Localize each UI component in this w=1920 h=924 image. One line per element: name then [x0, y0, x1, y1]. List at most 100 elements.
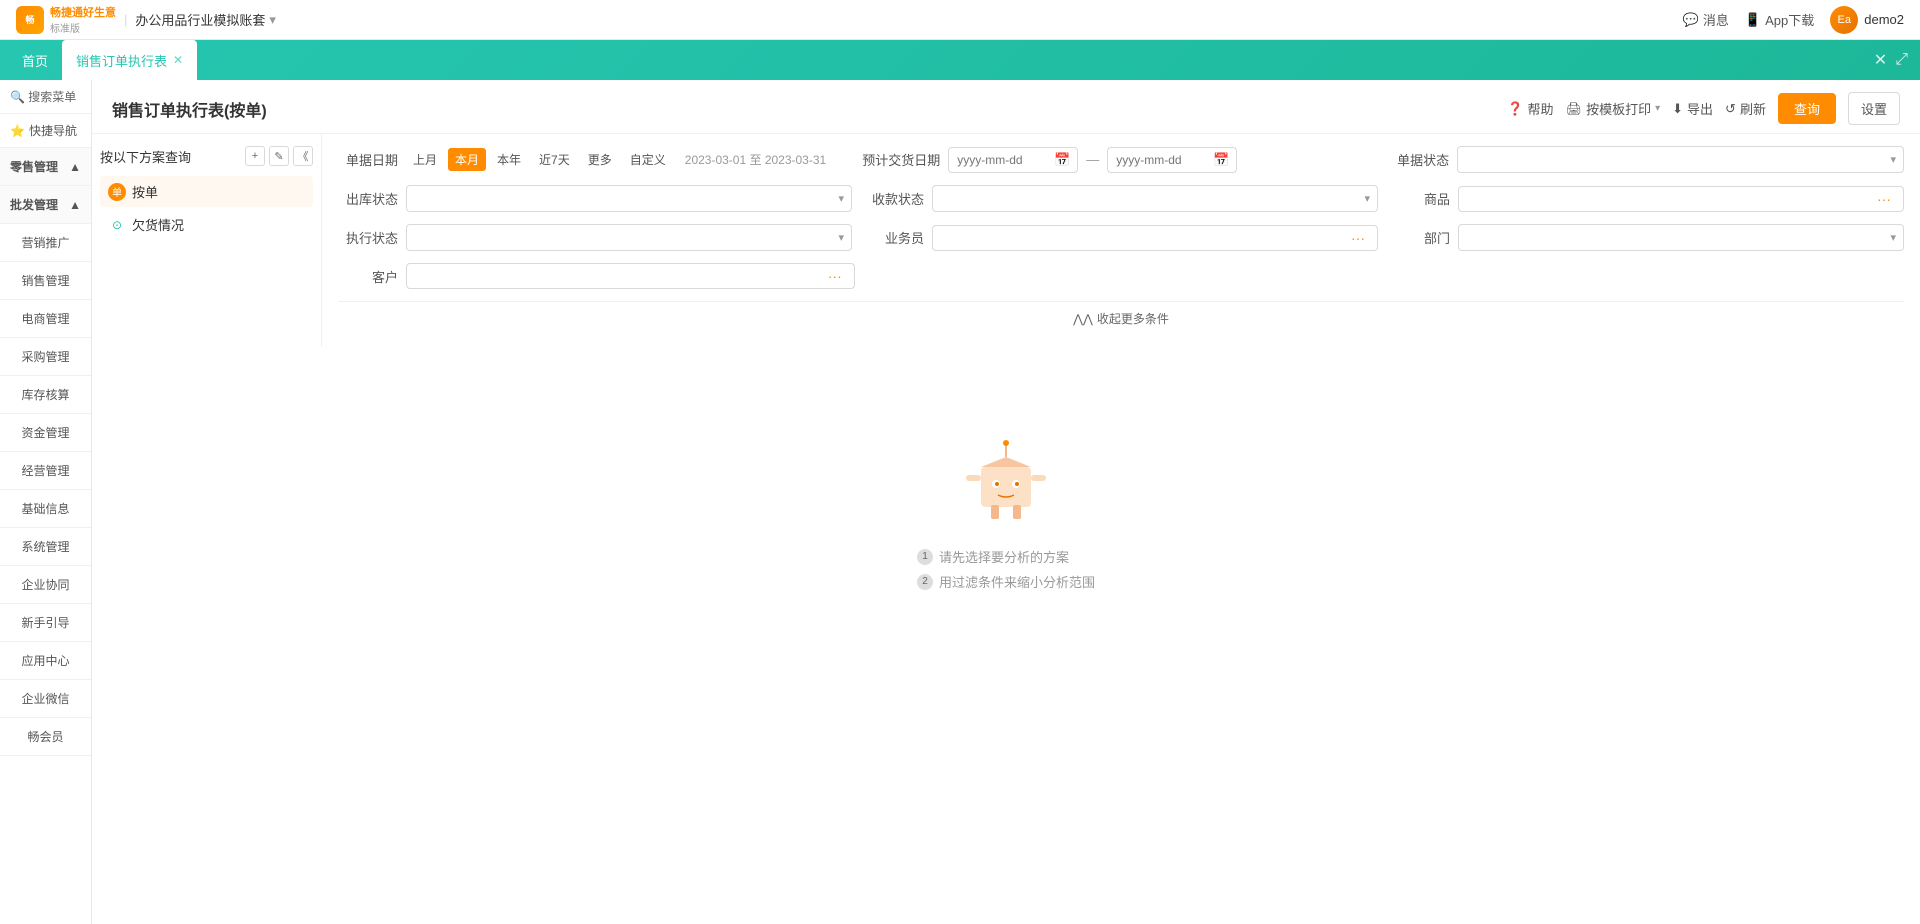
logo-icon: 畅 — [16, 6, 44, 34]
sidebar-item-newbie[interactable]: 新手引导 — [0, 604, 91, 642]
date-btn-this-month[interactable]: 本月 — [448, 148, 486, 171]
breadcrumb-area[interactable]: 办公用品行业模拟账套 ▾ — [135, 10, 276, 29]
scheme-item-arrears[interactable]: ⊙ 欠货情况 — [100, 209, 313, 240]
search-btn[interactable]: 查询 — [1778, 93, 1836, 124]
status-field: 单据状态 ▾ — [1389, 146, 1904, 173]
message-action[interactable]: 💬 消息 — [1683, 10, 1729, 29]
scheme-actions: + ✎ 《 — [245, 146, 313, 166]
header-right: 💬 消息 📱 App下载 Ea demo2 — [1683, 6, 1904, 34]
status-select[interactable] — [1457, 146, 1904, 173]
page-content: 销售订单执行表(按单) ❓ 帮助 🖨 按模板打印 ▾ ⬇ 导出 — [92, 80, 1920, 924]
date-separator: — — [1086, 152, 1099, 167]
empty-illustration — [956, 427, 1056, 527]
exec-status-select[interactable] — [406, 224, 852, 251]
payment-status-wrapper: ▾ — [932, 185, 1378, 212]
collapse-bar[interactable]: ⋀⋀ 收起更多条件 — [338, 301, 1904, 335]
sidebar-item-purchase[interactable]: 采购管理 — [0, 338, 91, 376]
user-area[interactable]: Ea demo2 — [1830, 6, 1904, 34]
sidebar-item-retail[interactable]: 零售管理 ▲ — [0, 148, 91, 186]
settings-btn[interactable]: 设置 — [1848, 92, 1900, 125]
sidebar-item-operations[interactable]: 经营管理 — [0, 452, 91, 490]
delivery-status-wrapper: ▾ — [406, 185, 852, 212]
sidebar-item-system[interactable]: 系统管理 — [0, 528, 91, 566]
filter-row-2: 出库状态 ▾ 收款状态 — [338, 185, 1904, 212]
expected-date-start[interactable] — [948, 147, 1078, 173]
logo-area[interactable]: 畅 畅捷通好生意 标准版 — [16, 4, 116, 35]
status-select-wrapper: ▾ — [1457, 146, 1904, 173]
salesperson-label: 业务员 — [864, 228, 924, 247]
date-label: 单据日期 — [338, 150, 398, 169]
sidebar-item-marketing[interactable]: 营销推广 — [0, 224, 91, 262]
avatar: Ea — [1830, 6, 1858, 34]
expected-date-end[interactable] — [1107, 147, 1237, 173]
sidebar-item-basic[interactable]: 基础信息 — [0, 490, 91, 528]
hint-text-2: 用过滤条件来缩小分析范围 — [939, 572, 1095, 591]
date-quick-filters: 上月 本月 本年 近7天 更多 自定义 — [406, 148, 673, 171]
scheme-label-press: 按单 — [132, 182, 158, 201]
tab-home[interactable]: 首页 — [8, 40, 62, 80]
app-download-action[interactable]: 📱 App下载 — [1745, 10, 1814, 29]
add-scheme-btn[interactable]: + — [245, 146, 265, 166]
delivery-status-label: 出库状态 — [338, 189, 398, 208]
date-btn-this-year[interactable]: 本年 — [490, 148, 528, 171]
expected-date-end-wrapper: 📅 — [1107, 147, 1237, 173]
goods-dots-btn[interactable]: ··· — [1873, 191, 1895, 207]
expected-date-field: 预计交货日期 📅 — 📅 — [862, 147, 1377, 173]
filter-row-3: 执行状态 ▾ 业务员 ·· — [338, 224, 1904, 251]
hint-num-2: 2 — [917, 574, 933, 590]
divider: | — [124, 12, 127, 27]
sidebar-search-menu[interactable]: 🔍 搜索菜单 — [0, 80, 91, 114]
expected-date-start-wrapper: 📅 — [948, 147, 1078, 173]
sidebar-item-inventory[interactable]: 库存核算 — [0, 376, 91, 414]
scheme-item-press[interactable]: 单 按单 — [100, 176, 313, 207]
sidebar-item-wechat[interactable]: 企业微信 — [0, 680, 91, 718]
page-actions: ❓ 帮助 🖨 按模板打印 ▾ ⬇ 导出 ↺ 刷新 — [1507, 92, 1900, 125]
sidebar-item-enterprise[interactable]: 企业协同 — [0, 566, 91, 604]
date-btn-more[interactable]: 更多 — [581, 148, 619, 171]
scheme-header: 按以下方案查询 + ✎ 《 — [100, 146, 313, 166]
date-field-group: 单据日期 上月 本月 本年 近7天 更多 自定义 — [338, 148, 673, 171]
date-btn-last-month[interactable]: 上月 — [406, 148, 444, 171]
print-icon: 🖨 — [1566, 101, 1583, 117]
salesperson-dots-btn[interactable]: ··· — [1347, 230, 1369, 246]
payment-status-select[interactable] — [932, 185, 1378, 212]
collapse-scheme-btn[interactable]: 《 — [293, 146, 313, 166]
sidebar-item-ecommerce[interactable]: 电商管理 — [0, 300, 91, 338]
date-btn-custom[interactable]: 自定义 — [623, 148, 673, 171]
customer-dots-btn[interactable]: ··· — [824, 268, 846, 284]
sidebar-item-member[interactable]: 畅会员 — [0, 718, 91, 756]
breadcrumb-dropdown-icon[interactable]: ▾ — [269, 12, 276, 28]
date-btn-last-7[interactable]: 近7天 — [532, 148, 577, 171]
hint-num-1: 1 — [917, 549, 933, 565]
sidebar: 🔍 搜索菜单 ⭐ 快捷导航 零售管理 ▲ 批发管理 ▲ 营销推广 销售管理 电商… — [0, 80, 92, 924]
sidebar-item-sales[interactable]: 销售管理 — [0, 262, 91, 300]
tab-bar-actions: ✕ ⤢ — [1874, 50, 1920, 70]
edit-scheme-btn[interactable]: ✎ — [269, 146, 289, 166]
payment-status-field: 收款状态 ▾ — [864, 185, 1378, 212]
empty-hint-2: 2 用过滤条件来缩小分析范围 — [917, 572, 1095, 591]
tab-close-icon[interactable]: ✕ — [173, 53, 183, 67]
collapse-arrow-icon: ⋀⋀ — [1073, 312, 1093, 326]
refresh-btn[interactable]: ↺ 刷新 — [1725, 99, 1766, 118]
print-dropdown-icon[interactable]: ▾ — [1655, 103, 1660, 114]
expand-window-icon[interactable]: ⤢ — [1895, 51, 1908, 69]
exec-status-field: 执行状态 ▾ — [338, 224, 852, 251]
sidebar-quick-nav[interactable]: ⭐ 快捷导航 — [0, 114, 91, 148]
sidebar-item-app-center[interactable]: 应用中心 — [0, 642, 91, 680]
print-btn[interactable]: 🖨 按模板打印 ▾ — [1566, 99, 1661, 118]
empty-state: 1 请先选择要分析的方案 2 用过滤条件来缩小分析范围 — [92, 347, 1920, 677]
export-btn[interactable]: ⬇ 导出 — [1672, 99, 1713, 118]
page-title: 销售订单执行表(按单) — [112, 97, 267, 121]
hint-text-1: 请先选择要分析的方案 — [939, 547, 1069, 566]
department-select[interactable] — [1458, 224, 1904, 251]
close-window-icon[interactable]: ✕ — [1874, 50, 1887, 70]
filter-right-panel: 单据日期 上月 本月 本年 近7天 更多 自定义 2023-03-01 至 20… — [322, 134, 1920, 347]
delivery-status-select[interactable] — [406, 185, 852, 212]
goods-field: 商品 ··· — [1390, 186, 1904, 212]
tab-sales-order[interactable]: 销售订单执行表 ✕ — [62, 40, 197, 80]
sidebar-item-wholesale[interactable]: 批发管理 ▲ — [0, 186, 91, 224]
department-wrapper: ▾ — [1458, 224, 1904, 251]
help-btn[interactable]: ❓ 帮助 — [1507, 99, 1553, 118]
sidebar-item-finance[interactable]: 资金管理 — [0, 414, 91, 452]
filter-row-4: 客户 ··· — [338, 263, 1904, 289]
